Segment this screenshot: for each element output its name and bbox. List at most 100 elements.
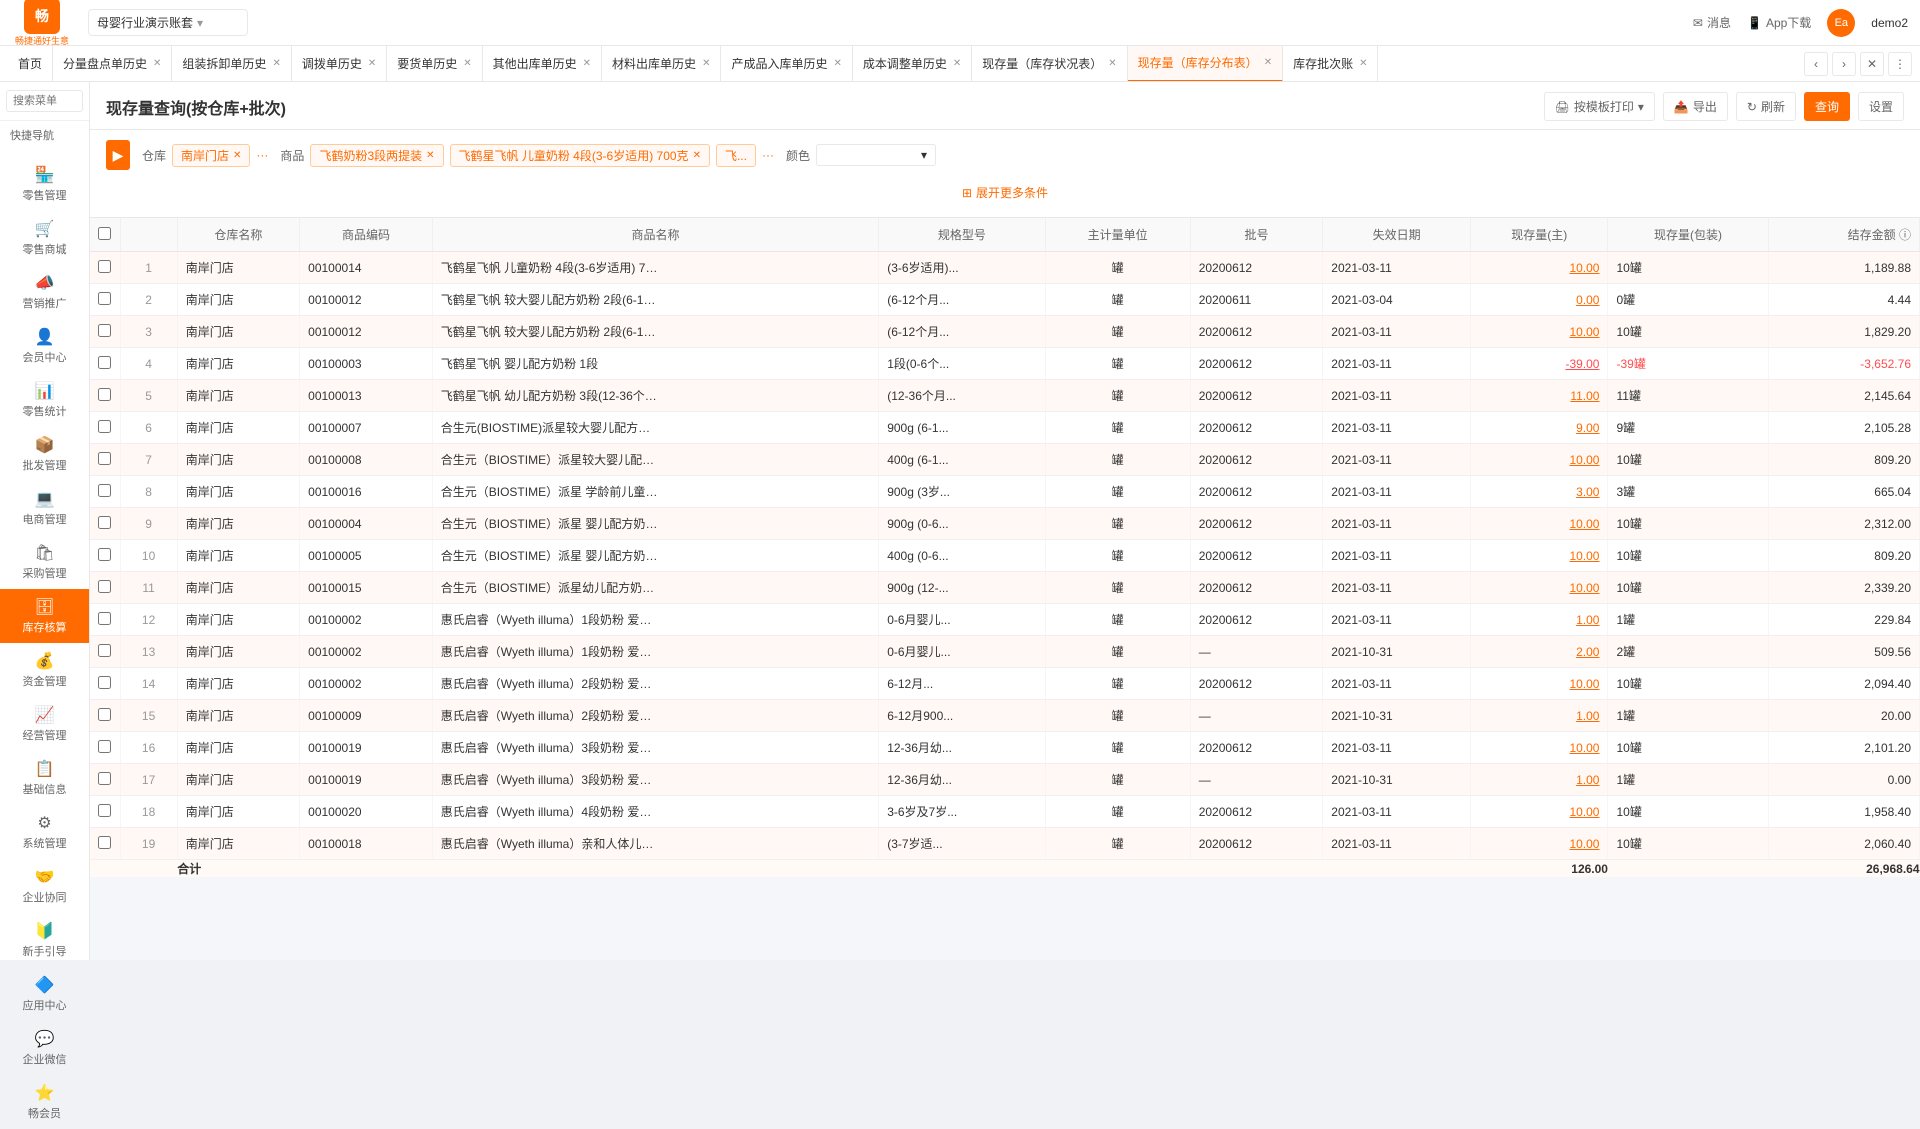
- tab-xianzai-kucun-close[interactable]: ✕: [1108, 58, 1116, 69]
- sidebar-item-purchase[interactable]: 🛍 采购管理: [0, 535, 89, 589]
- row-stock-pkg: 10罐: [1608, 540, 1768, 572]
- tab-prev-button[interactable]: ‹: [1804, 52, 1828, 76]
- tab-fenfen-close[interactable]: ✕: [153, 58, 161, 69]
- tab-diaobao-close[interactable]: ✕: [368, 58, 376, 69]
- row-stock-main: 10.00: [1470, 796, 1608, 828]
- row-name: 飞鹤星飞帆 幼儿配方奶粉 3段(12-36个月幼儿适用) 700克: [432, 380, 878, 412]
- select-all-checkbox[interactable]: [98, 227, 111, 240]
- user-avatar[interactable]: Ea: [1827, 9, 1855, 37]
- tab-fenfen[interactable]: 分量盘点单历史 ✕: [53, 46, 172, 82]
- sidebar-item-app-center[interactable]: 🔷 应用中心: [0, 967, 89, 1021]
- row-stock-main: 1.00: [1470, 764, 1608, 796]
- row-checkbox[interactable]: [98, 836, 111, 849]
- tab-cailiao[interactable]: 材料出库单历史 ✕: [602, 46, 721, 82]
- org-selector[interactable]: 母婴行业演示账套 ▾: [88, 9, 248, 36]
- row-checkbox[interactable]: [98, 324, 111, 337]
- sidebar-item-member[interactable]: 👤 会员中心: [0, 319, 89, 373]
- row-checkbox[interactable]: [98, 740, 111, 753]
- row-checkbox[interactable]: [98, 708, 111, 721]
- tab-yaohuo[interactable]: 要货单历史 ✕: [387, 46, 482, 82]
- row-checkbox[interactable]: [98, 356, 111, 369]
- row-checkbox[interactable]: [98, 612, 111, 625]
- row-checkbox[interactable]: [98, 676, 111, 689]
- product-tag-2-remove[interactable]: ✕: [693, 150, 701, 161]
- sidebar-item-inventory[interactable]: 🗄 库存核算: [0, 589, 89, 643]
- tab-diaobao[interactable]: 调拨单历史 ✕: [292, 46, 387, 82]
- org-dropdown-arrow: ▾: [197, 16, 203, 30]
- row-checkbox[interactable]: [98, 260, 111, 273]
- sidebar-item-wechat[interactable]: 💬 企业微信: [0, 1021, 89, 1075]
- tab-chengpin-close[interactable]: ✕: [833, 58, 841, 69]
- row-checkbox-cell: [90, 636, 120, 668]
- tab-zuche-close[interactable]: ✕: [272, 58, 280, 69]
- row-checkbox[interactable]: [98, 420, 111, 433]
- export-button[interactable]: 📤 导出: [1663, 92, 1728, 121]
- product-tag-1-remove[interactable]: ✕: [426, 150, 434, 161]
- tab-pici[interactable]: 库存批次账 ✕: [1283, 46, 1378, 82]
- tab-cailiao-close[interactable]: ✕: [702, 58, 710, 69]
- sidebar-item-operations[interactable]: 📈 经营管理: [0, 697, 89, 751]
- color-input[interactable]: ▾: [816, 144, 936, 166]
- app-download-button[interactable]: 📱 App下载: [1747, 14, 1811, 31]
- tab-qitachu[interactable]: 其他出库单历史 ✕: [483, 46, 602, 82]
- sidebar-search-input[interactable]: [6, 90, 83, 112]
- tab-yaohuo-close[interactable]: ✕: [463, 58, 471, 69]
- sidebar-item-system[interactable]: ⚙ 系统管理: [0, 805, 89, 859]
- sidebar-item-retail-shop[interactable]: 🛒 零售商城: [0, 211, 89, 265]
- refresh-button[interactable]: ↻ 刷新: [1736, 92, 1796, 121]
- tab-chengpin[interactable]: 产成品入库单历史 ✕: [721, 46, 852, 82]
- warehouse-more[interactable]: ···: [256, 148, 268, 162]
- sidebar-item-guide[interactable]: 🔰 新手引导: [0, 913, 89, 967]
- tab-chengben[interactable]: 成本调整单历史 ✕: [853, 46, 972, 82]
- row-expiry: 2021-03-11: [1323, 444, 1471, 476]
- tab-xianzai-fenbao-close[interactable]: ✕: [1264, 57, 1272, 68]
- tab-chengben-close[interactable]: ✕: [953, 58, 961, 69]
- row-balance: 229.84: [1768, 604, 1919, 636]
- sidebar-item-vip[interactable]: ⭐ 畅会员: [0, 1075, 89, 1129]
- query-button[interactable]: 查询: [1804, 92, 1850, 121]
- row-batch: —: [1190, 764, 1323, 796]
- sidebar-item-finance[interactable]: 💰 资金管理: [0, 643, 89, 697]
- tab-xianzai-kucun[interactable]: 现存量（库存状况表） ✕: [972, 46, 1127, 82]
- row-unit: 罐: [1045, 732, 1190, 764]
- product-more[interactable]: ···: [762, 148, 774, 162]
- sidebar-item-ecommerce[interactable]: 💻 电商管理: [0, 481, 89, 535]
- tab-close-all-button[interactable]: ✕: [1860, 52, 1884, 76]
- tab-home[interactable]: 首页: [8, 46, 53, 82]
- row-checkbox[interactable]: [98, 644, 111, 657]
- tab-pici-close[interactable]: ✕: [1359, 58, 1367, 69]
- row-checkbox[interactable]: [98, 516, 111, 529]
- sidebar-item-retail-mgmt[interactable]: 🏪 零售管理: [0, 157, 89, 211]
- sidebar-item-enterprise[interactable]: 🤝 企业协同: [0, 859, 89, 913]
- row-code: 00100012: [300, 316, 433, 348]
- tab-next-button[interactable]: ›: [1832, 52, 1856, 76]
- table-container[interactable]: 仓库名称 商品编码 商品名称 规格型号 主计量单位 批号 失效日期 现存量(主)…: [90, 218, 1920, 960]
- row-code: 00100003: [300, 348, 433, 380]
- row-batch: 20200612: [1190, 732, 1323, 764]
- row-checkbox[interactable]: [98, 292, 111, 305]
- row-checkbox[interactable]: [98, 484, 111, 497]
- row-checkbox[interactable]: [98, 772, 111, 785]
- expand-more-button[interactable]: ⊞ 展开更多条件: [962, 184, 1048, 201]
- row-stock-pkg: 0罐: [1608, 284, 1768, 316]
- row-checkbox[interactable]: [98, 804, 111, 817]
- print-button[interactable]: 🖨 按模板打印 ▾: [1544, 92, 1655, 121]
- row-stock-main: 10.00: [1470, 316, 1608, 348]
- sidebar-item-wholesale[interactable]: 📦 批发管理: [0, 427, 89, 481]
- tab-more-button[interactable]: ⋮: [1888, 52, 1912, 76]
- filter-expand-arrow[interactable]: ▶: [106, 140, 130, 170]
- row-checkbox[interactable]: [98, 580, 111, 593]
- tab-qitachu-close[interactable]: ✕: [583, 58, 591, 69]
- sidebar-item-marketing[interactable]: 📣 营销推广: [0, 265, 89, 319]
- tab-xianzai-fenbao[interactable]: 现存量（库存分布表） ✕: [1128, 46, 1283, 82]
- message-button[interactable]: ✉ 消息: [1693, 14, 1731, 31]
- tab-zuche[interactable]: 组装拆卸单历史 ✕: [172, 46, 291, 82]
- row-checkbox[interactable]: [98, 548, 111, 561]
- row-checkbox[interactable]: [98, 452, 111, 465]
- sidebar-item-basic[interactable]: 📋 基础信息: [0, 751, 89, 805]
- settings-button[interactable]: 设置: [1858, 92, 1904, 121]
- sidebar-item-retail-stats[interactable]: 📊 零售统计: [0, 373, 89, 427]
- warehouse-tag-remove[interactable]: ✕: [233, 150, 241, 161]
- row-warehouse: 南岸门店: [177, 284, 299, 316]
- row-checkbox[interactable]: [98, 388, 111, 401]
